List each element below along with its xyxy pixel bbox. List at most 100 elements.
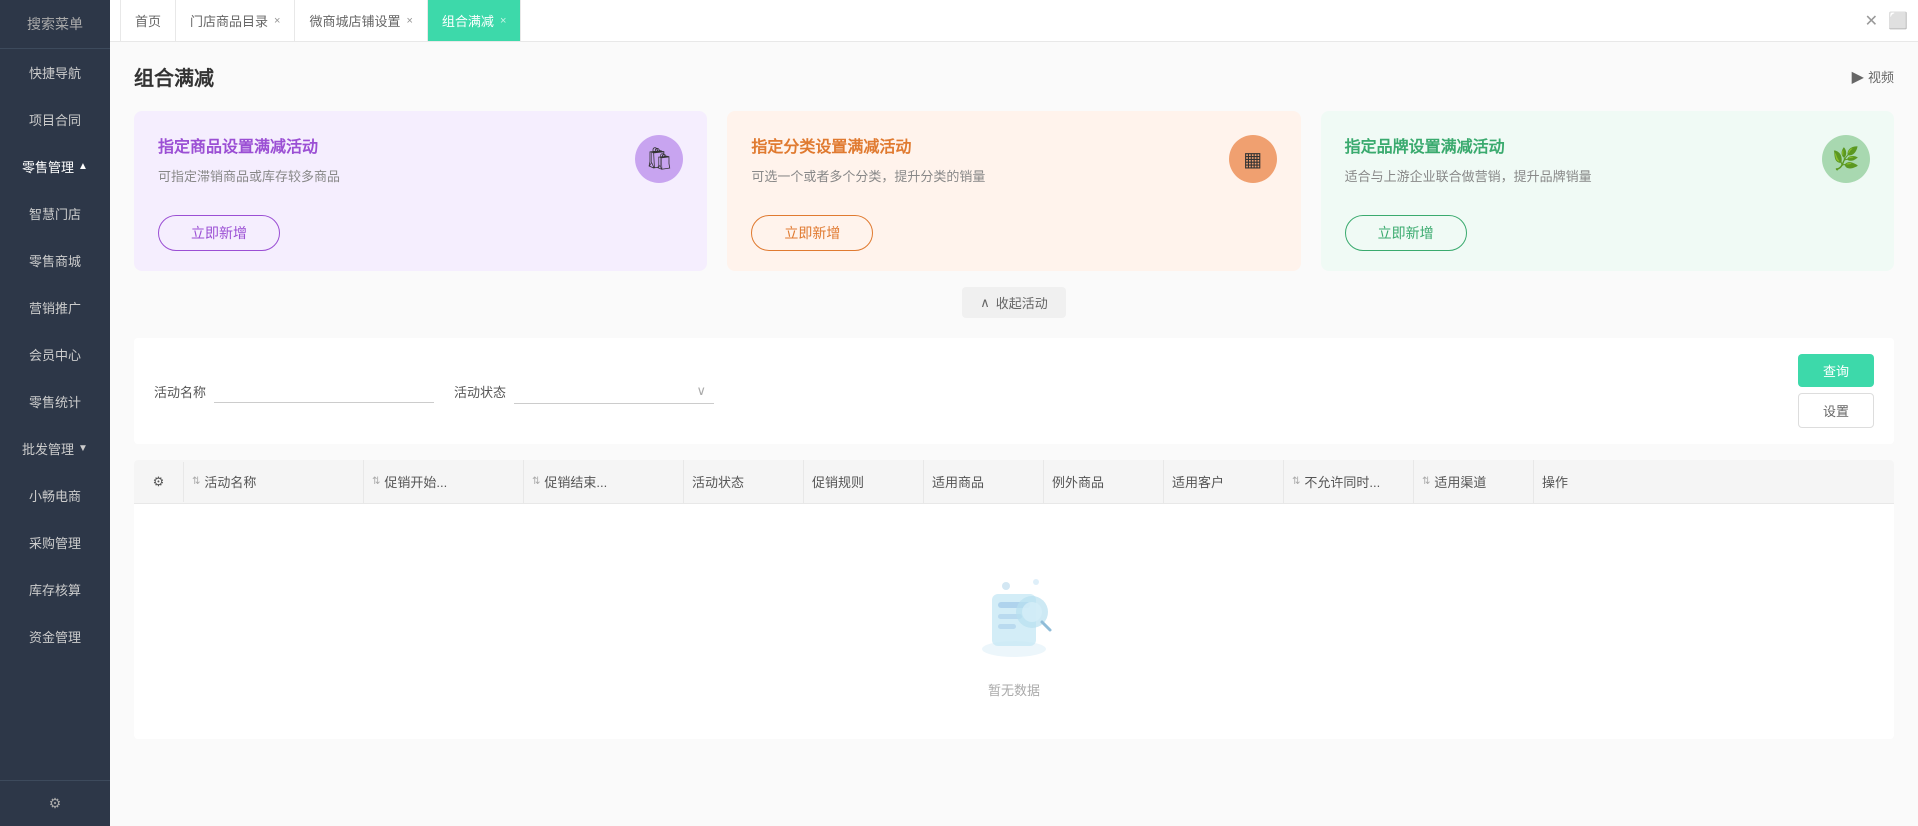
sidebar-item-retail-mgmt[interactable]: 零售管理 ▲ (0, 143, 110, 190)
th-goods-label: 适用商品 (932, 472, 984, 491)
collapse-activity-btn[interactable]: ∧ 收起活动 (962, 287, 1066, 318)
empty-state: 暂无数据 (134, 504, 1894, 739)
th-channel: ⇅ 适用渠道 (1414, 460, 1534, 503)
th-conflict-label: 不允许同时... (1304, 472, 1380, 491)
tab-wechat-store-label: 微商城店铺设置 (309, 11, 400, 30)
sidebar-search[interactable]: 搜索菜单 (0, 0, 110, 49)
query-button[interactable]: 查询 (1798, 354, 1874, 387)
filter-row: 活动名称 活动状态 ∨ 查询 设置 (134, 338, 1894, 444)
tab-combo-discount[interactable]: 组合满减 × (428, 0, 521, 41)
data-table: ⚙ ⇅ 活动名称 ⇅ 促销开始... ⇅ 促销结束... 活动状态 (134, 460, 1894, 739)
th-start-label: 促销开始... (384, 472, 447, 491)
table-header-row: ⚙ ⇅ 活动名称 ⇅ 促销开始... ⇅ 促销结束... 活动状态 (134, 460, 1894, 504)
filter-buttons: 查询 设置 (1798, 354, 1874, 428)
page-content: 组合满减 ▶ 视频 🛍 指定商品设置满减活动 可指定滞销商品或库存较多商品 立即… (110, 42, 1918, 826)
sidebar-item-purchase-mgmt[interactable]: 采购管理 (0, 519, 110, 566)
th-channel-label: 适用渠道 (1434, 472, 1486, 491)
product-promo-card: 🛍 指定商品设置满减活动 可指定滞销商品或库存较多商品 立即新增 (134, 111, 707, 271)
filter-status-item: 活动状态 ∨ (454, 379, 714, 404)
filter-name-label: 活动名称 (154, 382, 206, 401)
chevron-up-icon: ∧ (980, 295, 990, 311)
wholesale-mgmt-label: 批发管理 (22, 439, 74, 458)
th-conflict: ⇅ 不允许同时... (1284, 460, 1414, 503)
tab-wechat-store-settings[interactable]: 微商城店铺设置 × (295, 0, 427, 41)
video-label: 视频 (1868, 67, 1894, 86)
th-name-label: 活动名称 (204, 472, 256, 491)
filter-name-item: 活动名称 (154, 379, 434, 403)
sidebar-item-retail-mall[interactable]: 零售商城 (0, 237, 110, 284)
th-channel-sort-icon[interactable]: ⇅ (1422, 476, 1430, 487)
th-rule-label: 促销规则 (812, 472, 864, 491)
brand-promo-card: 🌿 指定品牌设置满减活动 适合与上游企业联合做营销，提升品牌销量 立即新增 (1321, 111, 1894, 271)
settings-button[interactable]: 设置 (1798, 393, 1874, 428)
settings-icon: ⚙ (49, 795, 62, 811)
tab-wechat-store-close-icon[interactable]: × (406, 15, 412, 27)
collapse-btn-label: 收起活动 (996, 293, 1048, 312)
sidebar-item-retail-stats[interactable]: 零售统计 (0, 378, 110, 425)
tab-store-catalog[interactable]: 门店商品目录 × (176, 0, 295, 41)
product-card-title: 指定商品设置满减活动 (158, 133, 683, 157)
play-circle-icon: ▶ (1852, 67, 1864, 87)
collapse-bar: ∧ 收起活动 (134, 287, 1894, 318)
tab-home[interactable]: 首页 (120, 0, 176, 41)
th-settings[interactable]: ⚙ (134, 462, 184, 502)
window-controls: ✕ ⬜ (1865, 11, 1908, 31)
th-customer: 适用客户 (1164, 460, 1284, 503)
sidebar-item-marketing[interactable]: 营销推广 (0, 284, 110, 331)
tab-store-catalog-label: 门店商品目录 (190, 11, 268, 30)
retail-mgmt-arrow-icon: ▲ (78, 161, 88, 172)
window-close-btn[interactable]: ✕ (1865, 11, 1878, 31)
th-start-sort-icon[interactable]: ⇅ (372, 476, 380, 487)
main-area: 首页 门店商品目录 × 微商城店铺设置 × 组合满减 × ✕ ⬜ 组合满减 ▶ … (110, 0, 1918, 826)
th-conflict-sort-icon[interactable]: ⇅ (1292, 476, 1300, 487)
category-card-desc: 可选一个或者多个分类，提升分类的销量 (751, 167, 1276, 195)
th-name-sort-icon[interactable]: ⇅ (192, 476, 200, 487)
sidebar-settings-btn[interactable]: ⚙ (0, 780, 110, 826)
th-end: ⇅ 促销结束... (524, 460, 684, 503)
th-customer-label: 适用客户 (1172, 472, 1224, 491)
th-except: 例外商品 (1044, 460, 1164, 503)
th-end-label: 促销结束... (544, 472, 607, 491)
sidebar-item-xce[interactable]: 小畅电商 (0, 472, 110, 519)
brand-card-add-btn[interactable]: 立即新增 (1345, 215, 1467, 251)
tab-combo-discount-close-icon[interactable]: × (500, 15, 506, 27)
product-card-desc: 可指定滞销商品或库存较多商品 (158, 167, 683, 195)
th-ops-label: 操作 (1542, 472, 1568, 491)
th-status-label: 活动状态 (692, 472, 744, 491)
tab-bar: 首页 门店商品目录 × 微商城店铺设置 × 组合满减 × ✕ ⬜ (110, 0, 1918, 42)
th-goods: 适用商品 (924, 460, 1044, 503)
sidebar-item-inventory[interactable]: 库存核算 (0, 566, 110, 613)
sidebar-item-finance-mgmt[interactable]: 资金管理 (0, 613, 110, 660)
tab-store-catalog-close-icon[interactable]: × (274, 15, 280, 27)
product-card-icon: 🛍 (635, 135, 683, 183)
category-card-icon: ▦ (1229, 135, 1277, 183)
filter-status-label: 活动状态 (454, 382, 506, 401)
empty-illustration (964, 564, 1064, 664)
category-promo-card: ▦ 指定分类设置满减活动 可选一个或者多个分类，提升分类的销量 立即新增 (727, 111, 1300, 271)
th-status: 活动状态 (684, 460, 804, 503)
th-end-sort-icon[interactable]: ⇅ (532, 476, 540, 487)
th-start: ⇅ 促销开始... (364, 460, 524, 503)
th-ops: 操作 (1534, 460, 1894, 503)
brand-card-title: 指定品牌设置满减活动 (1345, 133, 1870, 157)
filter-status-select[interactable]: ∨ (514, 379, 714, 404)
brand-card-icon: 🌿 (1822, 135, 1870, 183)
sidebar-item-member-center[interactable]: 会员中心 (0, 331, 110, 378)
th-except-label: 例外商品 (1052, 472, 1104, 491)
video-link[interactable]: ▶ 视频 (1852, 67, 1894, 87)
category-card-add-btn[interactable]: 立即新增 (751, 215, 873, 251)
promo-cards-row: 🛍 指定商品设置满减活动 可指定滞销商品或库存较多商品 立即新增 ▦ 指定分类设… (134, 111, 1894, 271)
tab-combo-discount-label: 组合满减 (442, 11, 494, 30)
window-maximize-btn[interactable]: ⬜ (1888, 11, 1908, 31)
sidebar: 搜索菜单 快捷导航 项目合同 零售管理 ▲ 智慧门店 零售商城 营销推广 会员中… (0, 0, 110, 826)
wholesale-mgmt-arrow-icon: ▼ (78, 443, 88, 454)
page-title: 组合满减 (134, 62, 214, 91)
sidebar-item-project-contract[interactable]: 项目合同 (0, 96, 110, 143)
sidebar-item-wholesale-mgmt[interactable]: 批发管理 ▼ (0, 425, 110, 472)
retail-mgmt-label: 零售管理 (22, 157, 74, 176)
filter-name-input[interactable] (214, 379, 434, 403)
product-card-add-btn[interactable]: 立即新增 (158, 215, 280, 251)
sidebar-item-smart-store[interactable]: 智慧门店 (0, 190, 110, 237)
th-name: ⇅ 活动名称 (184, 460, 364, 503)
sidebar-item-quick-nav[interactable]: 快捷导航 (0, 49, 110, 96)
